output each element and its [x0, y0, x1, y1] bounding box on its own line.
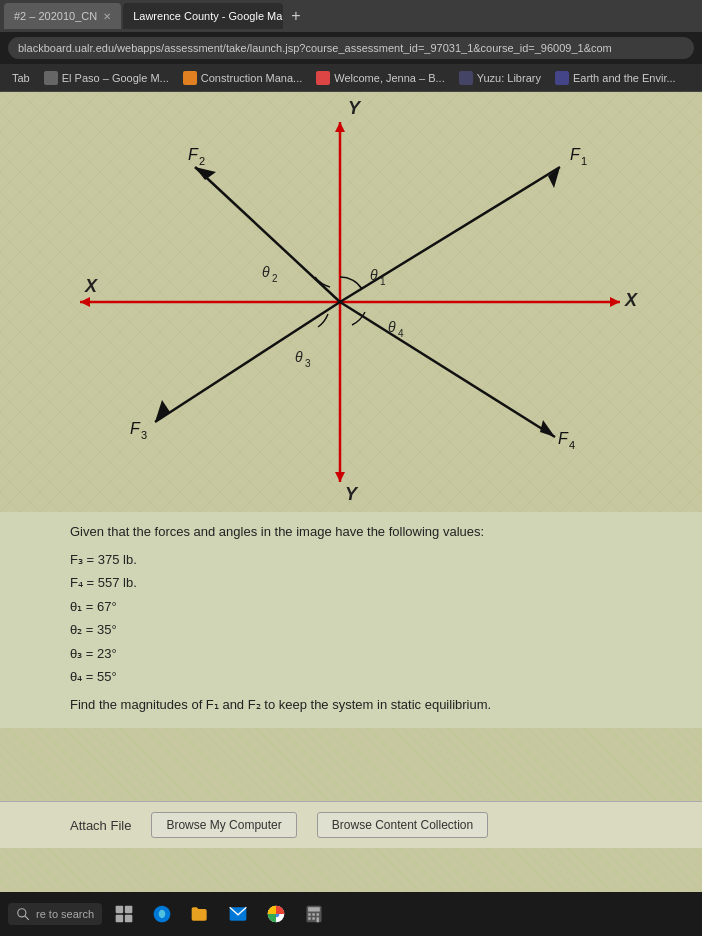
- problem-text: Given that the forces and angles in the …: [0, 512, 702, 728]
- edge-icon: [152, 904, 172, 924]
- force-diagram: X X Y Y F 1 F 2 F 3 F 4: [0, 92, 702, 512]
- task-view-icon: [114, 904, 134, 924]
- bookmark-welcome-label: Welcome, Jenna – B...: [334, 72, 444, 84]
- edge-browser-icon[interactable]: [146, 898, 178, 930]
- taskbar: re to search: [0, 892, 702, 936]
- svg-rect-41: [125, 906, 132, 914]
- file-explorer-button[interactable]: [184, 898, 216, 930]
- tab-1[interactable]: #2 – 202010_CN ✕: [4, 3, 121, 29]
- browse-collection-button[interactable]: Browse Content Collection: [317, 812, 488, 838]
- tab-bar: #2 – 202010_CN ✕ Lawrence County - Googl…: [0, 0, 702, 32]
- taskbar-search[interactable]: re to search: [8, 903, 102, 925]
- mail-button[interactable]: [222, 898, 254, 930]
- svg-rect-40: [116, 906, 124, 914]
- bookmark-welcome[interactable]: Welcome, Jenna – B...: [312, 69, 448, 87]
- attach-file-label: Attach File: [70, 818, 131, 833]
- svg-text:4: 4: [398, 328, 404, 339]
- mail-icon: [228, 904, 248, 924]
- svg-text:F: F: [188, 146, 199, 163]
- bookmark-tab-label: Tab: [12, 72, 30, 84]
- svg-rect-53: [312, 917, 315, 920]
- browser-chrome: #2 – 202010_CN ✕ Lawrence County - Googl…: [0, 0, 702, 92]
- bookmark-earth-icon: [555, 71, 569, 85]
- value-F3: F₃ = 375 lb.: [70, 550, 672, 570]
- svg-text:1: 1: [380, 276, 386, 287]
- calculator-icon: [304, 904, 324, 924]
- svg-text:F: F: [130, 420, 141, 437]
- svg-text:X: X: [624, 290, 638, 310]
- svg-rect-50: [312, 913, 315, 916]
- svg-text:2: 2: [272, 273, 278, 284]
- svg-text:1: 1: [581, 155, 587, 167]
- value-theta2: θ₂ = 35°: [70, 620, 672, 640]
- tab-2[interactable]: Lawrence County - Google Maps ✕: [123, 3, 283, 29]
- svg-text:Y: Y: [345, 484, 359, 504]
- search-icon: [16, 907, 30, 921]
- bookmark-elpaso-icon: [44, 71, 58, 85]
- browse-computer-button[interactable]: Browse My Computer: [151, 812, 296, 838]
- tab-1-label: #2 – 202010_CN: [14, 10, 97, 22]
- svg-point-38: [18, 909, 26, 917]
- svg-text:3: 3: [141, 429, 147, 441]
- bookmark-construction[interactable]: Construction Mana...: [179, 69, 307, 87]
- chrome-button[interactable]: [260, 898, 292, 930]
- svg-rect-48: [308, 907, 320, 911]
- svg-text:F: F: [558, 430, 569, 447]
- svg-text:θ: θ: [262, 264, 270, 280]
- diagram-container: X X Y Y F 1 F 2 F 3 F 4: [0, 92, 702, 512]
- svg-text:θ: θ: [370, 267, 378, 283]
- bookmark-yuzu[interactable]: Yuzu: Library: [455, 69, 545, 87]
- value-F4: F₄ = 557 lb.: [70, 573, 672, 593]
- bookmark-yuzu-icon: [459, 71, 473, 85]
- svg-rect-49: [308, 913, 311, 916]
- bottom-toolbar: Attach File Browse My Computer Browse Co…: [0, 801, 702, 848]
- chrome-icon: [266, 904, 286, 924]
- svg-text:θ: θ: [388, 319, 396, 335]
- new-tab-button[interactable]: +: [285, 7, 306, 25]
- bookmark-elpaso[interactable]: El Paso – Google M...: [40, 69, 173, 87]
- svg-rect-43: [125, 915, 132, 923]
- problem-question: Find the magnitudes of F₁ and F₂ to keep…: [70, 695, 672, 715]
- svg-text:F: F: [570, 146, 581, 163]
- content-area: X X Y Y F 1 F 2 F 3 F 4: [0, 92, 702, 892]
- svg-text:θ: θ: [295, 349, 303, 365]
- bookmark-tab[interactable]: Tab: [8, 70, 34, 86]
- svg-rect-52: [308, 917, 311, 920]
- svg-rect-42: [116, 915, 124, 923]
- svg-text:4: 4: [569, 439, 575, 451]
- tab-1-close[interactable]: ✕: [103, 11, 111, 22]
- bookmark-construction-icon: [183, 71, 197, 85]
- svg-line-39: [25, 916, 29, 920]
- problem-intro: Given that the forces and angles in the …: [70, 522, 672, 542]
- tab-2-label: Lawrence County - Google Maps: [133, 10, 283, 22]
- bookmarks-bar: Tab El Paso – Google M... Construction M…: [0, 64, 702, 92]
- bookmark-construction-label: Construction Mana...: [201, 72, 303, 84]
- calculator-button[interactable]: [298, 898, 330, 930]
- svg-rect-54: [317, 917, 320, 922]
- address-bar: [0, 32, 702, 64]
- address-input[interactable]: [8, 37, 694, 59]
- value-theta3: θ₃ = 23°: [70, 644, 672, 664]
- bookmark-earth-label: Earth and the Envir...: [573, 72, 676, 84]
- svg-text:X: X: [84, 276, 98, 296]
- bookmark-welcome-icon: [316, 71, 330, 85]
- svg-text:3: 3: [305, 358, 311, 369]
- taskbar-search-text: re to search: [36, 908, 94, 920]
- bookmark-earth[interactable]: Earth and the Envir...: [551, 69, 680, 87]
- task-view-button[interactable]: [108, 898, 140, 930]
- svg-text:2: 2: [199, 155, 205, 167]
- folder-icon: [190, 904, 210, 924]
- bookmark-yuzu-label: Yuzu: Library: [477, 72, 541, 84]
- value-theta1: θ₁ = 67°: [70, 597, 672, 617]
- value-theta4: θ₄ = 55°: [70, 667, 672, 687]
- svg-rect-51: [317, 913, 320, 916]
- bookmark-elpaso-label: El Paso – Google M...: [62, 72, 169, 84]
- svg-text:Y: Y: [348, 98, 362, 118]
